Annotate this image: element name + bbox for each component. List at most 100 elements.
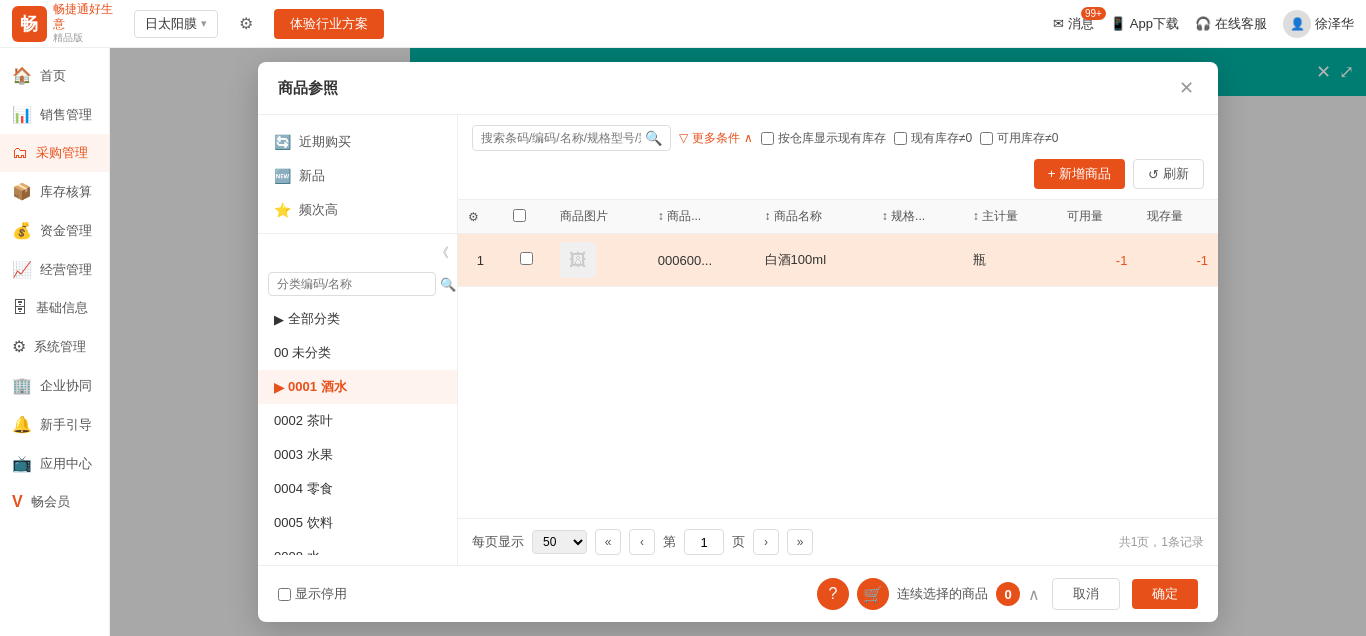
question-icon: ? bbox=[829, 585, 838, 603]
gear-icon[interactable]: ⚙ bbox=[230, 8, 262, 40]
col-name[interactable]: ↕ 商品名称 bbox=[755, 200, 872, 234]
sidebar-item-finance[interactable]: 💰 资金管理 bbox=[0, 211, 109, 250]
col-stock: 现存量 bbox=[1137, 200, 1218, 234]
help-icon-btn[interactable]: ? bbox=[817, 578, 849, 610]
last-page-btn[interactable]: » bbox=[787, 529, 813, 555]
sidebar: 🏠 首页 📊 销售管理 🗂 采购管理 📦 库存核算 💰 资金管理 📈 经营管理 … bbox=[0, 48, 110, 636]
page-number-input[interactable] bbox=[684, 529, 724, 555]
product-reference-modal: 商品参照 ✕ 🔄 近期购买 🆕 新品 bbox=[258, 62, 1218, 622]
show-disabled-checkbox-label[interactable]: 显示停用 bbox=[278, 585, 347, 603]
row-available: -1 bbox=[1057, 234, 1138, 287]
sidebar-item-purchase[interactable]: 🗂 采购管理 bbox=[0, 134, 109, 172]
system-icon: ⚙ bbox=[12, 337, 26, 356]
collapse-icon[interactable]: ∧ bbox=[1028, 585, 1040, 604]
sidebar-item-inventory[interactable]: 📦 库存核算 bbox=[0, 172, 109, 211]
refresh-btn[interactable]: ↺ 刷新 bbox=[1133, 159, 1204, 189]
prev-page-btn[interactable]: ‹ bbox=[629, 529, 655, 555]
modal-title: 商品参照 bbox=[278, 79, 338, 98]
sidebar-item-label: 经营管理 bbox=[40, 261, 92, 279]
row-image-cell: 🖼 bbox=[550, 234, 648, 287]
page-unit-label: 页 bbox=[732, 533, 745, 551]
sidebar-item-vip[interactable]: V 畅会员 bbox=[0, 483, 109, 521]
cart-btn[interactable]: 🛒 bbox=[857, 578, 889, 610]
online-service-btn[interactable]: 🎧 在线客服 bbox=[1195, 15, 1267, 33]
recent-icon: 🔄 bbox=[274, 134, 291, 150]
logo-icon: 畅 bbox=[12, 6, 47, 42]
select-all-checkbox[interactable] bbox=[513, 209, 526, 222]
page-size-select[interactable]: 50 100 200 bbox=[532, 530, 587, 554]
star-icon: ⭐ bbox=[274, 202, 291, 218]
col-spec[interactable]: ↕ 规格... bbox=[872, 200, 963, 234]
sidebar-item-business[interactable]: 📈 经营管理 bbox=[0, 250, 109, 289]
page-size-label: 每页显示 bbox=[472, 533, 524, 551]
sales-icon: 📊 bbox=[12, 105, 32, 124]
modal-header: 商品参照 ✕ bbox=[258, 62, 1218, 115]
col-checkbox bbox=[503, 200, 550, 234]
category-search-input[interactable] bbox=[268, 272, 436, 296]
product-search-box: 🔍 bbox=[472, 125, 671, 151]
user-profile[interactable]: 👤 徐泽华 bbox=[1283, 10, 1354, 38]
show-disabled-checkbox[interactable] bbox=[278, 588, 291, 601]
trial-btn[interactable]: 体验行业方案 bbox=[274, 9, 384, 39]
search-icon[interactable]: 🔍 bbox=[645, 130, 662, 146]
sidebar-item-label: 系统管理 bbox=[34, 338, 86, 356]
next-page-btn[interactable]: › bbox=[753, 529, 779, 555]
confirm-btn[interactable]: 确定 bbox=[1132, 579, 1198, 609]
chevron-down-icon: ▾ bbox=[201, 17, 207, 30]
col-unit[interactable]: ↕ 主计量 bbox=[963, 200, 1057, 234]
avatar: 👤 bbox=[1283, 10, 1311, 38]
sidebar-item-guide[interactable]: 🔔 新手引导 bbox=[0, 405, 109, 444]
category-item-0001[interactable]: ▶ 0001 酒水 bbox=[258, 370, 457, 404]
recent-purchase-btn[interactable]: 🔄 近期购买 bbox=[258, 125, 457, 159]
cancel-btn[interactable]: 取消 bbox=[1052, 578, 1120, 610]
sidebar-item-basics[interactable]: 🗄 基础信息 bbox=[0, 289, 109, 327]
message-icon: ✉ bbox=[1053, 16, 1064, 31]
col-available: 可用量 bbox=[1057, 200, 1138, 234]
footer-cart-area: ? 🛒 连续选择的商品 0 ∧ bbox=[817, 578, 1040, 610]
modal-left-panel: 🔄 近期购买 🆕 新品 ⭐ 频次高 《 bbox=[258, 115, 458, 565]
sidebar-item-home[interactable]: 🏠 首页 bbox=[0, 56, 109, 95]
checkbox-stock-nonzero[interactable]: 现有库存≠0 bbox=[894, 130, 972, 147]
messages-btn[interactable]: ✉ 消息 99+ bbox=[1053, 15, 1094, 33]
business-icon: 📈 bbox=[12, 260, 32, 279]
category-item-0004[interactable]: 0004 零食 bbox=[258, 472, 457, 506]
cart-icon: 🛒 bbox=[863, 585, 883, 604]
category-item-0002[interactable]: 0002 茶叶 bbox=[258, 404, 457, 438]
available-checkbox[interactable] bbox=[980, 132, 993, 145]
stock-checkbox[interactable] bbox=[894, 132, 907, 145]
sidebar-item-collab[interactable]: 🏢 企业协同 bbox=[0, 366, 109, 405]
row-checkbox[interactable] bbox=[520, 252, 533, 265]
col-code[interactable]: ↕ 商品... bbox=[648, 200, 755, 234]
warehouse-checkbox[interactable] bbox=[761, 132, 774, 145]
filter-btn[interactable]: ▽ 更多条件 ∧ bbox=[679, 130, 753, 147]
app-download-btn[interactable]: 📱 App下载 bbox=[1110, 15, 1179, 33]
sidebar-item-system[interactable]: ⚙ 系统管理 bbox=[0, 327, 109, 366]
sidebar-item-apps[interactable]: 📺 应用中心 bbox=[0, 444, 109, 483]
first-page-btn[interactable]: « bbox=[595, 529, 621, 555]
logo-text: 畅捷通好生意 bbox=[53, 2, 122, 31]
top-nav: 畅 畅捷通好生意 精品版 日太阳膜 ▾ ⚙ 体验行业方案 ✉ 消息 99+ 📱 … bbox=[0, 0, 1366, 48]
checkbox-available-nonzero[interactable]: 可用库存≠0 bbox=[980, 130, 1058, 147]
category-search-icon[interactable]: 🔍 bbox=[440, 277, 456, 292]
company-selector[interactable]: 日太阳膜 ▾ bbox=[134, 10, 218, 38]
category-all[interactable]: ▶ 全部分类 bbox=[258, 302, 457, 336]
sidebar-item-label: 资金管理 bbox=[40, 222, 92, 240]
modal-close-btn[interactable]: ✕ bbox=[1174, 76, 1198, 100]
modal-footer: 显示停用 ? 🛒 连续选择的商品 0 ∧ 取消 确定 bbox=[258, 565, 1218, 622]
table-row[interactable]: 1 🖼 000600... 白酒100ml bbox=[458, 234, 1218, 287]
add-product-btn[interactable]: + 新增商品 bbox=[1034, 159, 1125, 189]
category-item-0008[interactable]: 0008 水 bbox=[258, 540, 457, 555]
product-search-input[interactable] bbox=[481, 131, 641, 145]
category-item-00[interactable]: 00 未分类 bbox=[258, 336, 457, 370]
new-products-btn[interactable]: 🆕 新品 bbox=[258, 159, 457, 193]
sidebar-item-label: 应用中心 bbox=[40, 455, 92, 473]
sidebar-item-sales[interactable]: 📊 销售管理 bbox=[0, 95, 109, 134]
category-item-0005[interactable]: 0005 饮料 bbox=[258, 506, 457, 540]
col-gear[interactable]: ⚙ bbox=[458, 200, 503, 234]
checkbox-warehouse[interactable]: 按仓库显示现有库存 bbox=[761, 130, 886, 147]
collapse-left-btn[interactable]: 《 bbox=[258, 240, 457, 266]
category-item-0003[interactable]: 0003 水果 bbox=[258, 438, 457, 472]
sidebar-item-label: 基础信息 bbox=[36, 299, 88, 317]
frequent-high-btn[interactable]: ⭐ 频次高 bbox=[258, 193, 457, 227]
category-search-area: 🔍 bbox=[258, 266, 457, 302]
